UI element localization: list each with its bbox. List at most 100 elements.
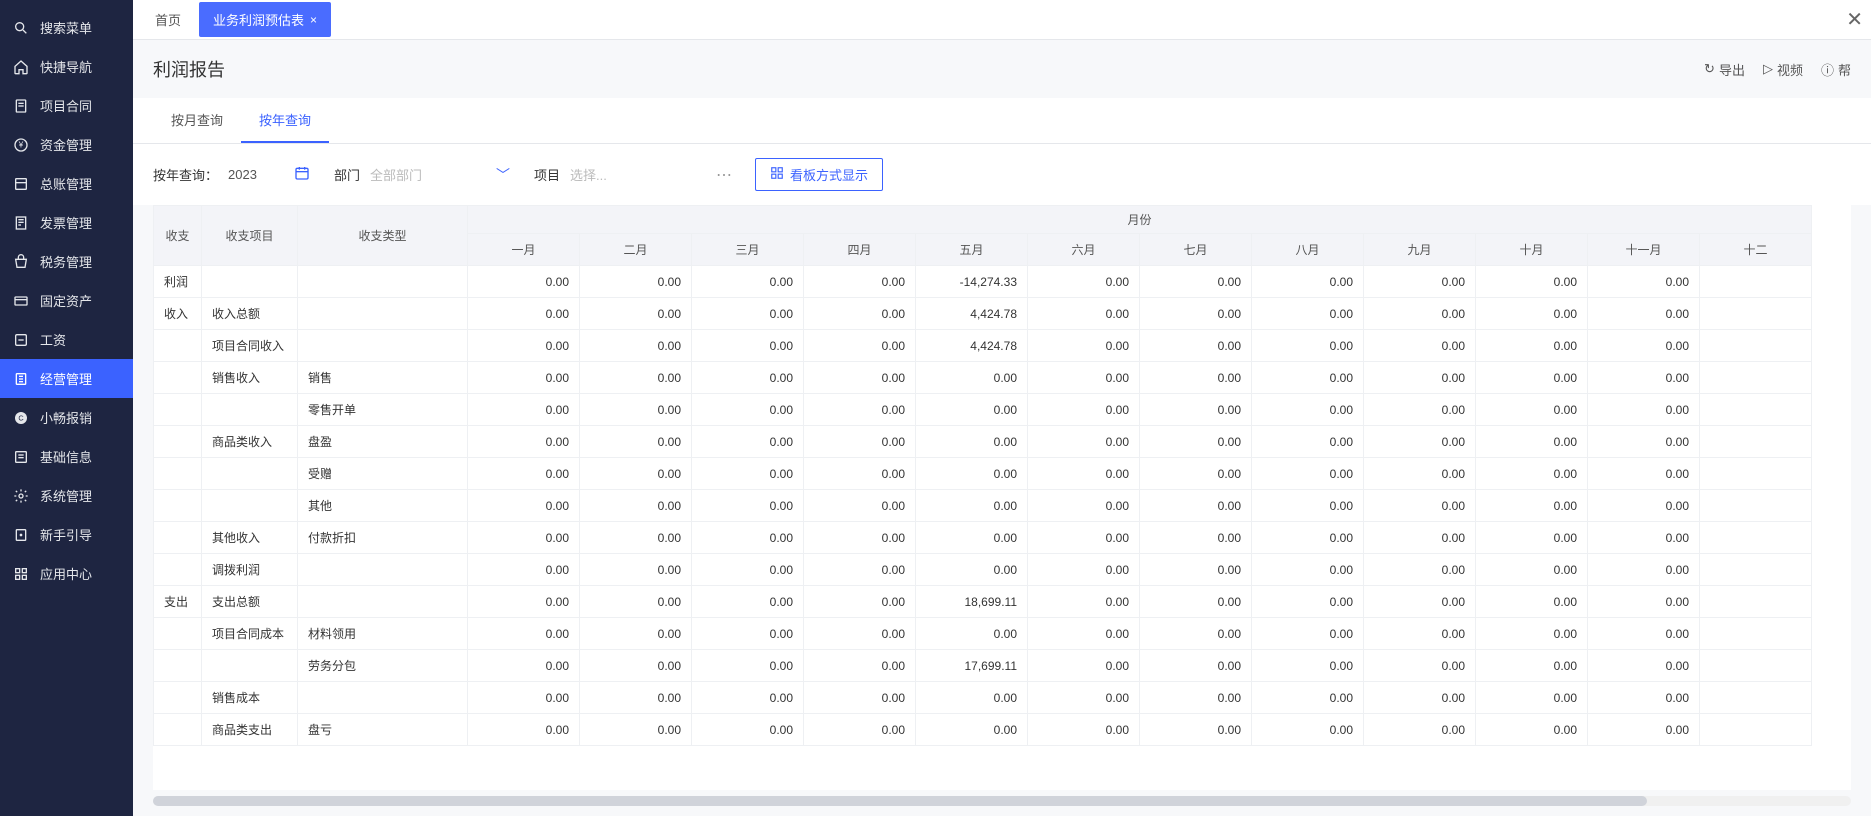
table-row: 收入收入总额0.000.000.000.004,424.780.000.000.… [154,298,1812,330]
cell-value: 0.00 [1140,618,1252,650]
sidebar-item-11[interactable]: 基础信息 [0,437,133,476]
cell-value: 0.00 [468,490,580,522]
sidebar-item-label: 总账管理 [40,174,92,193]
cell-value: 0.00 [1364,714,1476,746]
help-button[interactable]: ⓘ 帮 [1821,60,1851,79]
cell-value-pad [1700,554,1812,586]
sidebar-item-10[interactable]: C小畅报销 [0,398,133,437]
more-icon[interactable]: ⋯ [716,165,731,185]
profit-table: 收支收支项目收支类型月份一月二月三月四月五月六月七月八月九月十月十一月十二 利润… [153,205,1812,746]
tab-0[interactable]: 首页 [141,2,195,37]
cell-value: 0.00 [1476,714,1588,746]
sidebar-item-5[interactable]: 发票管理 [0,203,133,242]
search-icon [12,19,30,37]
cell-value-pad [1700,522,1812,554]
cell-c3 [298,586,468,618]
sidebar-item-8[interactable]: 工资 [0,320,133,359]
cell-value: 0.00 [1364,490,1476,522]
sidebar-item-0[interactable]: 搜索菜单 [0,8,133,47]
cell-value: 0.00 [804,362,916,394]
sidebar-item-label: 经营管理 [40,369,92,388]
tab-1[interactable]: 业务利润预估表 × [199,2,331,37]
cell-value: 0.00 [692,650,804,682]
cell-value: 0.00 [1028,522,1140,554]
cell-c3: 盘盈 [298,426,468,458]
cell-value: 0.00 [916,714,1028,746]
close-icon[interactable]: ✕ [1842,3,1867,36]
tax-icon [12,253,30,271]
cell-value: 0.00 [580,426,692,458]
video-label: 视频 [1777,60,1803,79]
horizontal-scrollbar[interactable] [153,796,1851,806]
cell-value: 0.00 [1252,298,1364,330]
cell-value: 0.00 [1588,458,1700,490]
subtab-0[interactable]: 按月查询 [153,98,241,143]
cell-c1: 收入 [154,298,202,330]
cell-value: 0.00 [804,330,916,362]
year-filter: 按年查询： 2023 [153,163,310,186]
sidebar-item-9[interactable]: 经营管理 [0,359,133,398]
cell-value: 0.00 [1364,426,1476,458]
scrollbar-thumb[interactable] [153,796,1647,806]
cell-value: 0.00 [468,650,580,682]
cell-value-pad [1700,682,1812,714]
cell-value: 0.00 [1252,554,1364,586]
help-label: 帮 [1838,60,1851,79]
cell-value: 0.00 [804,490,916,522]
sidebar-item-label: 搜索菜单 [40,18,92,37]
cell-c3: 受赠 [298,458,468,490]
cell-value: 0.00 [468,586,580,618]
table-scroll[interactable]: 收支收支项目收支类型月份一月二月三月四月五月六月七月八月九月十月十一月十二 利润… [153,205,1851,790]
table-row: 其他0.000.000.000.000.000.000.000.000.000.… [154,490,1812,522]
page-actions: ↻ 导出 ▷ 视频 ⓘ 帮 [1704,60,1851,79]
sidebar-item-1[interactable]: 快捷导航 [0,47,133,86]
cell-value: 0.00 [1476,490,1588,522]
cell-value: 0.00 [692,554,804,586]
cell-c2: 商品类支出 [202,714,298,746]
cell-value: 0.00 [916,522,1028,554]
cell-value: 0.00 [1028,458,1140,490]
cell-value: 0.00 [1252,458,1364,490]
subtab-1[interactable]: 按年查询 [241,98,329,143]
cell-value: 0.00 [1140,330,1252,362]
cell-c1 [154,330,202,362]
chevron-down-icon[interactable]: ﹀ [496,165,510,185]
export-button[interactable]: ↻ 导出 [1704,60,1745,79]
cell-value-pad [1700,266,1812,298]
cell-value: 0.00 [1028,298,1140,330]
kanban-view-button[interactable]: 看板方式显示 [755,158,883,191]
cell-value: 0.00 [1588,266,1700,298]
sidebar-item-12[interactable]: 系统管理 [0,476,133,515]
cell-value: 0.00 [1588,330,1700,362]
cell-value: 0.00 [580,714,692,746]
video-button[interactable]: ▷ 视频 [1763,60,1803,79]
project-select[interactable]: 选择... [568,161,708,188]
tab-label: 业务利润预估表 [213,10,304,29]
calendar-icon[interactable] [294,165,310,184]
sidebar-item-3[interactable]: ¥资金管理 [0,125,133,164]
year-input[interactable]: 2023 [226,163,286,186]
cell-value: 0.00 [1140,682,1252,714]
sidebar-item-4[interactable]: 总账管理 [0,164,133,203]
cell-value: 4,424.78 [916,330,1028,362]
tab-close-icon[interactable]: × [310,13,317,27]
cell-value: 0.00 [916,490,1028,522]
header-month-5: 六月 [1028,234,1140,266]
play-icon: ▷ [1763,61,1773,77]
cell-value: 0.00 [804,586,916,618]
sidebar-item-14[interactable]: 应用中心 [0,554,133,593]
sidebar-item-13[interactable]: 新手引导 [0,515,133,554]
ledger-icon [12,175,30,193]
sidebar-item-label: 系统管理 [40,486,92,505]
cell-value: 0.00 [804,426,916,458]
table-row: 劳务分包0.000.000.000.0017,699.110.000.000.0… [154,650,1812,682]
sidebar-item-2[interactable]: 项目合同 [0,86,133,125]
cell-value: 18,699.11 [916,586,1028,618]
header-month-1: 二月 [580,234,692,266]
dept-select[interactable]: 全部部门 [368,161,488,188]
sidebar-item-6[interactable]: 税务管理 [0,242,133,281]
sidebar-item-7[interactable]: 固定资产 [0,281,133,320]
cell-value: 0.00 [1140,362,1252,394]
cell-value: 0.00 [1140,714,1252,746]
tab-label: 首页 [155,10,181,29]
